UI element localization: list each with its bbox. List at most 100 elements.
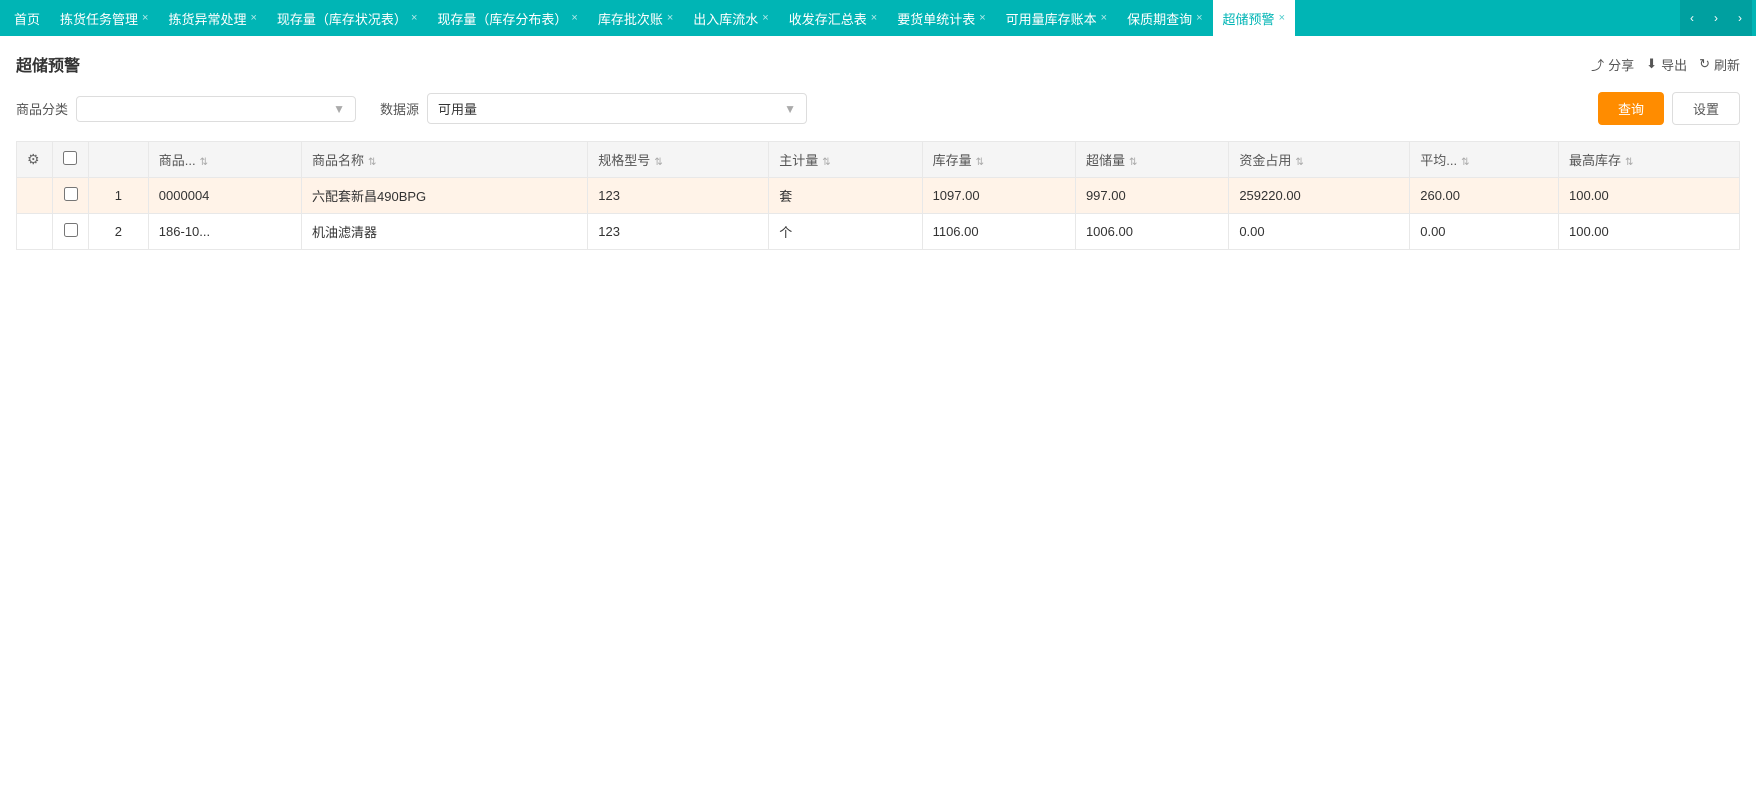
th-num xyxy=(89,142,149,178)
sort-icon: ⇅ xyxy=(976,157,984,168)
th-product-name[interactable]: 商品名称⇅ xyxy=(302,142,588,178)
th-avg[interactable]: 平均...⇅ xyxy=(1410,142,1559,178)
th-overstock[interactable]: 超储量⇅ xyxy=(1075,142,1228,178)
header-actions: ⤴ 分享 ⬇ 导出 ↻ 刷新 xyxy=(1591,55,1740,74)
datasource-select-value: 可用量 xyxy=(438,99,477,118)
filter-actions: 查询 设置 xyxy=(1598,92,1740,125)
row-gear xyxy=(17,214,53,250)
row-gear xyxy=(17,178,53,214)
close-icon[interactable]: × xyxy=(762,12,768,24)
th-stock[interactable]: 库存量⇅ xyxy=(922,142,1075,178)
nav-arrows: ‹ › › xyxy=(1680,0,1752,36)
page-title: 超储预警 xyxy=(16,52,80,76)
filter-row: 商品分类 ▼ 数据源 可用量 ▼ 查询 设置 xyxy=(16,92,1740,125)
gear-icon[interactable]: ⚙ xyxy=(27,151,40,167)
row-checkbox xyxy=(53,214,89,250)
top-nav: 首页 拣货任务管理 × 拣货异常处理 × 现存量（库存状况表） × 现存量（库存… xyxy=(0,0,1756,36)
query-button[interactable]: 查询 xyxy=(1598,92,1664,125)
nav-tab-4[interactable]: 现存量（库存分布表） × xyxy=(427,0,587,36)
row-overstock: 1006.00 xyxy=(1075,214,1228,250)
close-icon[interactable]: × xyxy=(1101,12,1107,24)
data-table: ⚙ 商品...⇅ 商品名称⇅ 规格型号⇅ 主计量⇅ xyxy=(16,141,1740,250)
sort-icon: ⇅ xyxy=(1461,157,1469,168)
close-icon[interactable]: × xyxy=(1196,12,1202,24)
chevron-down-icon: ▼ xyxy=(784,102,796,116)
refresh-button[interactable]: ↻ 刷新 xyxy=(1699,55,1740,74)
row-unit: 套 xyxy=(769,178,922,214)
row-product-name: 六配套新昌490BPG xyxy=(302,178,588,214)
nav-tab-7[interactable]: 收发存汇总表 × xyxy=(779,0,887,36)
row-unit: 个 xyxy=(769,214,922,250)
nav-tab-8[interactable]: 要货单统计表 × xyxy=(887,0,995,36)
sort-icon: ⇅ xyxy=(368,157,376,168)
row-avg: 0.00 xyxy=(1410,214,1559,250)
export-icon: ⬇ xyxy=(1646,56,1657,72)
row-select-checkbox[interactable] xyxy=(64,223,78,237)
close-icon[interactable]: × xyxy=(571,12,577,24)
close-icon[interactable]: × xyxy=(871,12,877,24)
nav-tab-2[interactable]: 拣货异常处理 × xyxy=(158,0,266,36)
refresh-icon: ↻ xyxy=(1699,56,1710,72)
table-row: 2 186-10... 机油滤清器 123 个 1106.00 1006.00 … xyxy=(17,214,1740,250)
sort-icon: ⇅ xyxy=(654,157,662,168)
row-capital: 0.00 xyxy=(1229,214,1410,250)
sort-icon: ⇅ xyxy=(1295,157,1303,168)
nav-tab-9[interactable]: 可用量库存账本 × xyxy=(996,0,1117,36)
row-num: 2 xyxy=(89,214,149,250)
chevron-down-icon: ▼ xyxy=(333,102,345,116)
row-spec: 123 xyxy=(588,214,769,250)
row-stock: 1106.00 xyxy=(922,214,1075,250)
nav-tab-1[interactable]: 拣货任务管理 × xyxy=(50,0,158,36)
nav-more-button[interactable]: › xyxy=(1728,0,1752,36)
nav-tab-10[interactable]: 保质期查询 × xyxy=(1117,0,1212,36)
nav-tab-5[interactable]: 库存批次账 × xyxy=(588,0,683,36)
close-icon[interactable]: × xyxy=(1279,12,1285,24)
close-icon[interactable]: × xyxy=(250,12,256,24)
row-avg: 260.00 xyxy=(1410,178,1559,214)
nav-next-button[interactable]: › xyxy=(1704,0,1728,36)
table-header-row: ⚙ 商品...⇅ 商品名称⇅ 规格型号⇅ 主计量⇅ xyxy=(17,142,1740,178)
close-icon[interactable]: × xyxy=(411,12,417,24)
th-gear: ⚙ xyxy=(17,142,53,178)
nav-tab-3[interactable]: 现存量（库存状况表） × xyxy=(267,0,427,36)
row-product-code: 186-10... xyxy=(148,214,301,250)
sort-icon: ⇅ xyxy=(1625,157,1633,168)
close-icon[interactable]: × xyxy=(667,12,673,24)
nav-tab-6[interactable]: 出入库流水 × xyxy=(683,0,778,36)
datasource-label: 数据源 xyxy=(380,99,419,118)
th-capital[interactable]: 资金占用⇅ xyxy=(1229,142,1410,178)
datasource-select[interactable]: 可用量 ▼ xyxy=(427,93,807,124)
set-button[interactable]: 设置 xyxy=(1672,92,1740,125)
nav-tab-home[interactable]: 首页 xyxy=(4,0,50,36)
nav-tab-active[interactable]: 超储预警 × xyxy=(1213,0,1295,36)
nav-prev-button[interactable]: ‹ xyxy=(1680,0,1704,36)
select-all-checkbox[interactable] xyxy=(63,151,77,165)
sort-icon: ⇅ xyxy=(822,157,830,168)
table-row: 1 0000004 六配套新昌490BPG 123 套 1097.00 997.… xyxy=(17,178,1740,214)
close-icon[interactable]: × xyxy=(979,12,985,24)
category-select[interactable]: ▼ xyxy=(76,96,356,122)
row-overstock: 997.00 xyxy=(1075,178,1228,214)
page-content: 超储预警 ⤴ 分享 ⬇ 导出 ↻ 刷新 商品分类 ▼ 数据源 xyxy=(0,36,1756,800)
row-checkbox xyxy=(53,178,89,214)
th-checkbox xyxy=(53,142,89,178)
th-max-stock[interactable]: 最高库存⇅ xyxy=(1559,142,1740,178)
row-select-checkbox[interactable] xyxy=(64,187,78,201)
row-spec: 123 xyxy=(588,178,769,214)
row-num: 1 xyxy=(89,178,149,214)
page-header: 超储预警 ⤴ 分享 ⬇ 导出 ↻ 刷新 xyxy=(16,52,1740,76)
th-spec[interactable]: 规格型号⇅ xyxy=(588,142,769,178)
close-icon[interactable]: × xyxy=(142,12,148,24)
export-button[interactable]: ⬇ 导出 xyxy=(1646,55,1687,74)
row-capital: 259220.00 xyxy=(1229,178,1410,214)
row-stock: 1097.00 xyxy=(922,178,1075,214)
row-max-stock: 100.00 xyxy=(1559,214,1740,250)
datasource-filter: 数据源 可用量 ▼ xyxy=(380,93,807,124)
sort-icon: ⇅ xyxy=(200,157,208,168)
th-unit[interactable]: 主计量⇅ xyxy=(769,142,922,178)
row-max-stock: 100.00 xyxy=(1559,178,1740,214)
category-filter: 商品分类 ▼ xyxy=(16,96,356,122)
th-product-code[interactable]: 商品...⇅ xyxy=(148,142,301,178)
share-button[interactable]: ⤴ 分享 xyxy=(1591,55,1634,74)
category-label: 商品分类 xyxy=(16,99,68,118)
